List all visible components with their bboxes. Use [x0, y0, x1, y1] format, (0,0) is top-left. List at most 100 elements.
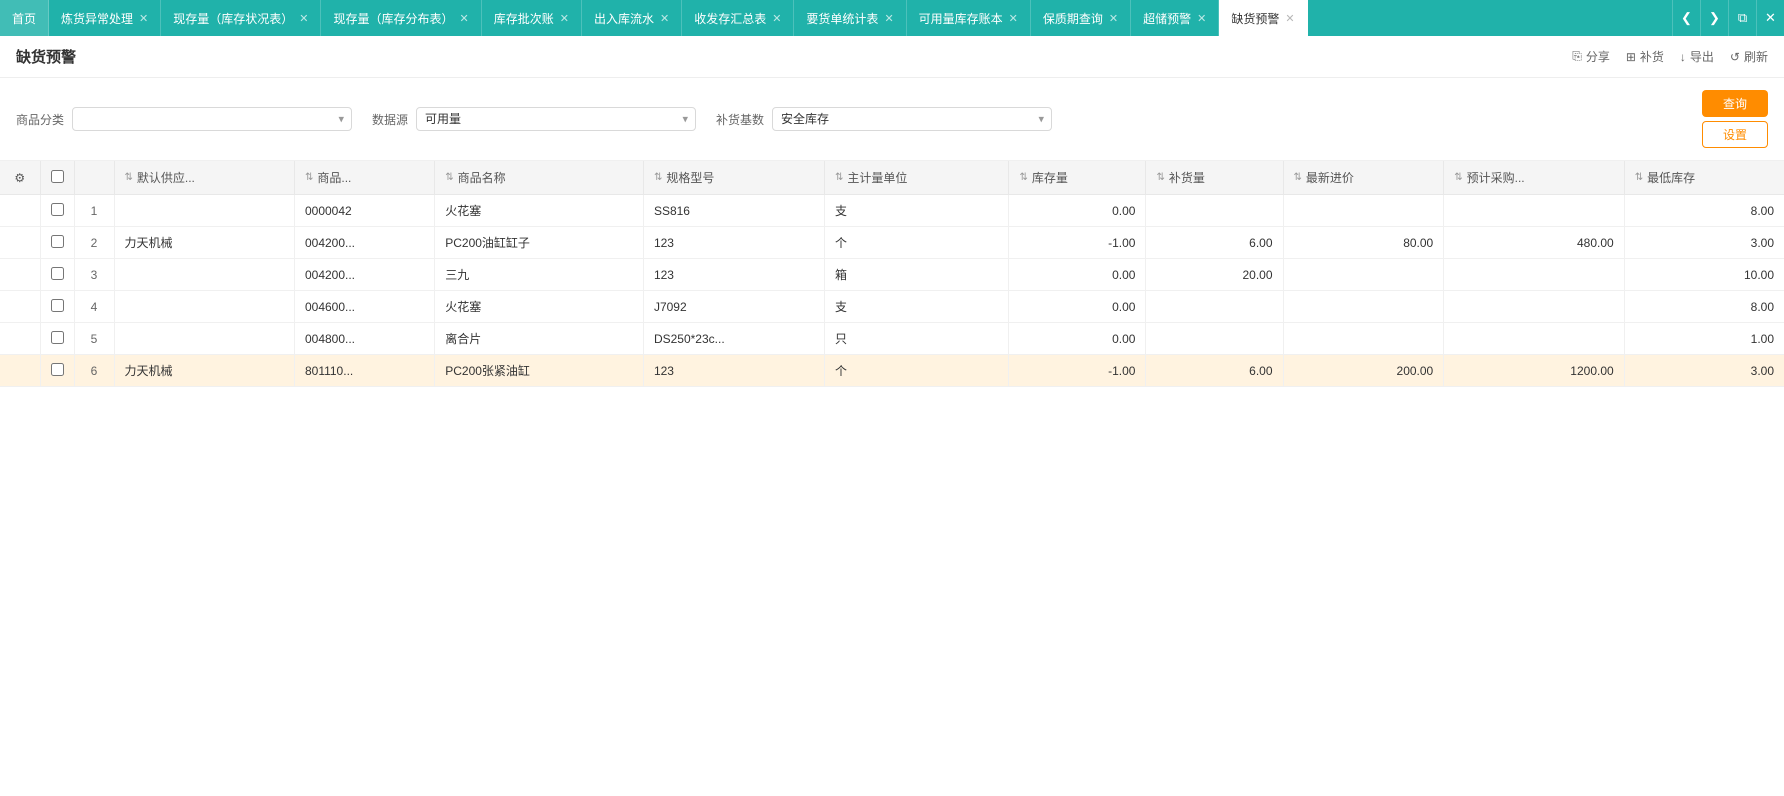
col-header-default_supplier[interactable]: ⇅默认供应...	[114, 161, 294, 195]
tab-close-stock-dist[interactable]: ✕	[460, 12, 469, 25]
tab-close-overstock[interactable]: ✕	[1197, 12, 1206, 25]
col-header-min_stock[interactable]: ⇅最低库存	[1624, 161, 1784, 195]
row-product_code-4: 004600...	[294, 291, 434, 323]
col-header-product_name[interactable]: ⇅商品名称	[435, 161, 644, 195]
row-select-2[interactable]	[51, 235, 64, 248]
row-index-2: 2	[74, 227, 114, 259]
tab-shortage[interactable]: 缺货预警 ✕	[1219, 0, 1307, 36]
table-row: 2力天机械004200...PC200油缸缸子123个-1.006.0080.0…	[0, 227, 1784, 259]
tab-batch-account[interactable]: 库存批次账✕	[482, 0, 582, 36]
row-index-3: 3	[74, 259, 114, 291]
tab-order-stats[interactable]: 要货单统计表✕	[794, 0, 906, 36]
row-latest_price-3	[1283, 259, 1444, 291]
tab-close-exception[interactable]: ✕	[139, 12, 148, 25]
tab-close-expiry-query[interactable]: ✕	[1109, 12, 1118, 25]
replenish-button[interactable]: ⊞ 补货	[1626, 48, 1664, 65]
window-close-button[interactable]: ✕	[1756, 0, 1784, 36]
tab-close-stock-status[interactable]: ✕	[299, 12, 308, 25]
row-default_supplier-5	[114, 323, 294, 355]
col-header-latest_price[interactable]: ⇅最新进价	[1283, 161, 1444, 195]
row-unit-2: 个	[825, 227, 1009, 259]
row-product_name-1: 火花塞	[435, 195, 644, 227]
category-filter-group: 商品分类	[16, 107, 352, 131]
sort-icon-replenish_qty: ⇅	[1156, 172, 1164, 183]
row-spec-4: J7092	[643, 291, 824, 323]
table-row: 6力天机械801110...PC200张紧油缸123个-1.006.00200.…	[0, 355, 1784, 387]
tab-bar: 首页炼货异常处理✕现存量（库存状况表）✕现存量（库存分布表）✕库存批次账✕出入库…	[0, 0, 1784, 36]
row-select-4[interactable]	[51, 299, 64, 312]
row-default_supplier-4	[114, 291, 294, 323]
col-header-stock[interactable]: ⇅库存量	[1009, 161, 1146, 195]
sort-icon-unit: ⇅	[835, 172, 843, 183]
sort-icon-latest_price: ⇅	[1294, 172, 1302, 183]
select-all-checkbox[interactable]	[51, 170, 64, 183]
row-gear-4	[0, 291, 40, 323]
row-est_purchase-2: 480.00	[1444, 227, 1624, 259]
tab-close-inout-flow[interactable]: ✕	[660, 12, 669, 25]
tab-label: 现存量（库存分布表）	[333, 10, 453, 27]
row-checkbox-5	[40, 323, 74, 355]
row-select-3[interactable]	[51, 267, 64, 280]
row-latest_price-6: 200.00	[1283, 355, 1444, 387]
row-replenish_qty-2: 6.00	[1146, 227, 1283, 259]
row-select-1[interactable]	[51, 203, 64, 216]
row-gear-1	[0, 195, 40, 227]
tab-label: 炼货异常处理	[61, 10, 133, 27]
tab-label: 现存量（库存状况表）	[173, 10, 293, 27]
row-select-5[interactable]	[51, 331, 64, 344]
tab-overstock[interactable]: 超储预警✕	[1131, 0, 1219, 36]
col-label-unit: 主计量单位	[847, 169, 907, 186]
row-index-5: 5	[74, 323, 114, 355]
row-spec-2: 123	[643, 227, 824, 259]
share-button[interactable]: ⎘ 分享	[1572, 48, 1610, 65]
tab-exception[interactable]: 炼货异常处理 ✕	[49, 0, 161, 36]
row-select-6[interactable]	[51, 363, 64, 376]
export-button[interactable]: ↓ 导出	[1680, 48, 1714, 65]
tab-inout-flow[interactable]: 出入库流水✕	[582, 0, 682, 36]
tab-receive-summary[interactable]: 收发存汇总表✕	[682, 0, 794, 36]
tab-stock-status[interactable]: 现存量（库存状况表） ✕	[161, 0, 321, 36]
filter-area: 商品分类 数据源 可用量 补货基数 安全库存	[0, 78, 1784, 161]
col-label-product_name: 商品名称	[458, 169, 506, 186]
tab-close-shortage[interactable]: ✕	[1285, 12, 1294, 25]
tab-expiry-query[interactable]: 保质期查询✕	[1031, 0, 1131, 36]
col-header-spec[interactable]: ⇅规格型号	[643, 161, 824, 195]
col-header-unit[interactable]: ⇅ 主计量单位	[825, 161, 1009, 195]
row-gear-6	[0, 355, 40, 387]
replenish-base-select[interactable]: 安全库存	[772, 107, 1052, 131]
settings-button[interactable]: 设置	[1702, 121, 1768, 148]
tab-close-receive-summary[interactable]: ✕	[772, 12, 781, 25]
tab-label: 缺货预警	[1231, 10, 1279, 27]
tab-close-batch-account[interactable]: ✕	[560, 12, 569, 25]
tab-prev-button[interactable]: ❮	[1672, 0, 1700, 36]
tab-close-available-ledger[interactable]: ✕	[1009, 12, 1018, 25]
tab-next-button[interactable]: ❯	[1700, 0, 1728, 36]
category-select[interactable]	[72, 107, 352, 131]
page-header: 缺货预警 ⎘ 分享 ⊞ 补货 ↓ 导出 ↺ 刷新	[0, 36, 1784, 78]
gear-icon[interactable]: ⚙	[14, 171, 25, 185]
row-default_supplier-6: 力天机械	[114, 355, 294, 387]
datasource-select[interactable]: 可用量	[416, 107, 696, 131]
row-unit-1: 支	[825, 195, 1009, 227]
row-replenish_qty-3: 20.00	[1146, 259, 1283, 291]
row-latest_price-5	[1283, 323, 1444, 355]
col-header-product_code[interactable]: ⇅商品...	[294, 161, 434, 195]
tab-stock-dist[interactable]: 现存量（库存分布表） ✕	[321, 0, 481, 36]
row-stock-5: 0.00	[1009, 323, 1146, 355]
col-header-gear: ⚙	[0, 161, 40, 195]
tab-available-ledger[interactable]: 可用量库存账本✕	[907, 0, 1031, 36]
col-header-replenish_qty[interactable]: ⇅补货量	[1146, 161, 1283, 195]
row-checkbox-1	[40, 195, 74, 227]
row-checkbox-2	[40, 227, 74, 259]
row-index-6: 6	[74, 355, 114, 387]
tab-home[interactable]: 首页	[0, 0, 49, 36]
query-button[interactable]: 查询	[1702, 90, 1768, 117]
refresh-button[interactable]: ↺ 刷新	[1730, 48, 1768, 65]
col-header-est_purchase[interactable]: ⇅预计采购...	[1444, 161, 1624, 195]
window-restore-button[interactable]: ⧉	[1728, 0, 1756, 36]
tab-close-order-stats[interactable]: ✕	[884, 12, 893, 25]
filter-actions: 查询 设置	[1702, 90, 1768, 148]
row-product_code-3: 004200...	[294, 259, 434, 291]
row-est_purchase-1	[1444, 195, 1624, 227]
row-stock-2: -1.00	[1009, 227, 1146, 259]
